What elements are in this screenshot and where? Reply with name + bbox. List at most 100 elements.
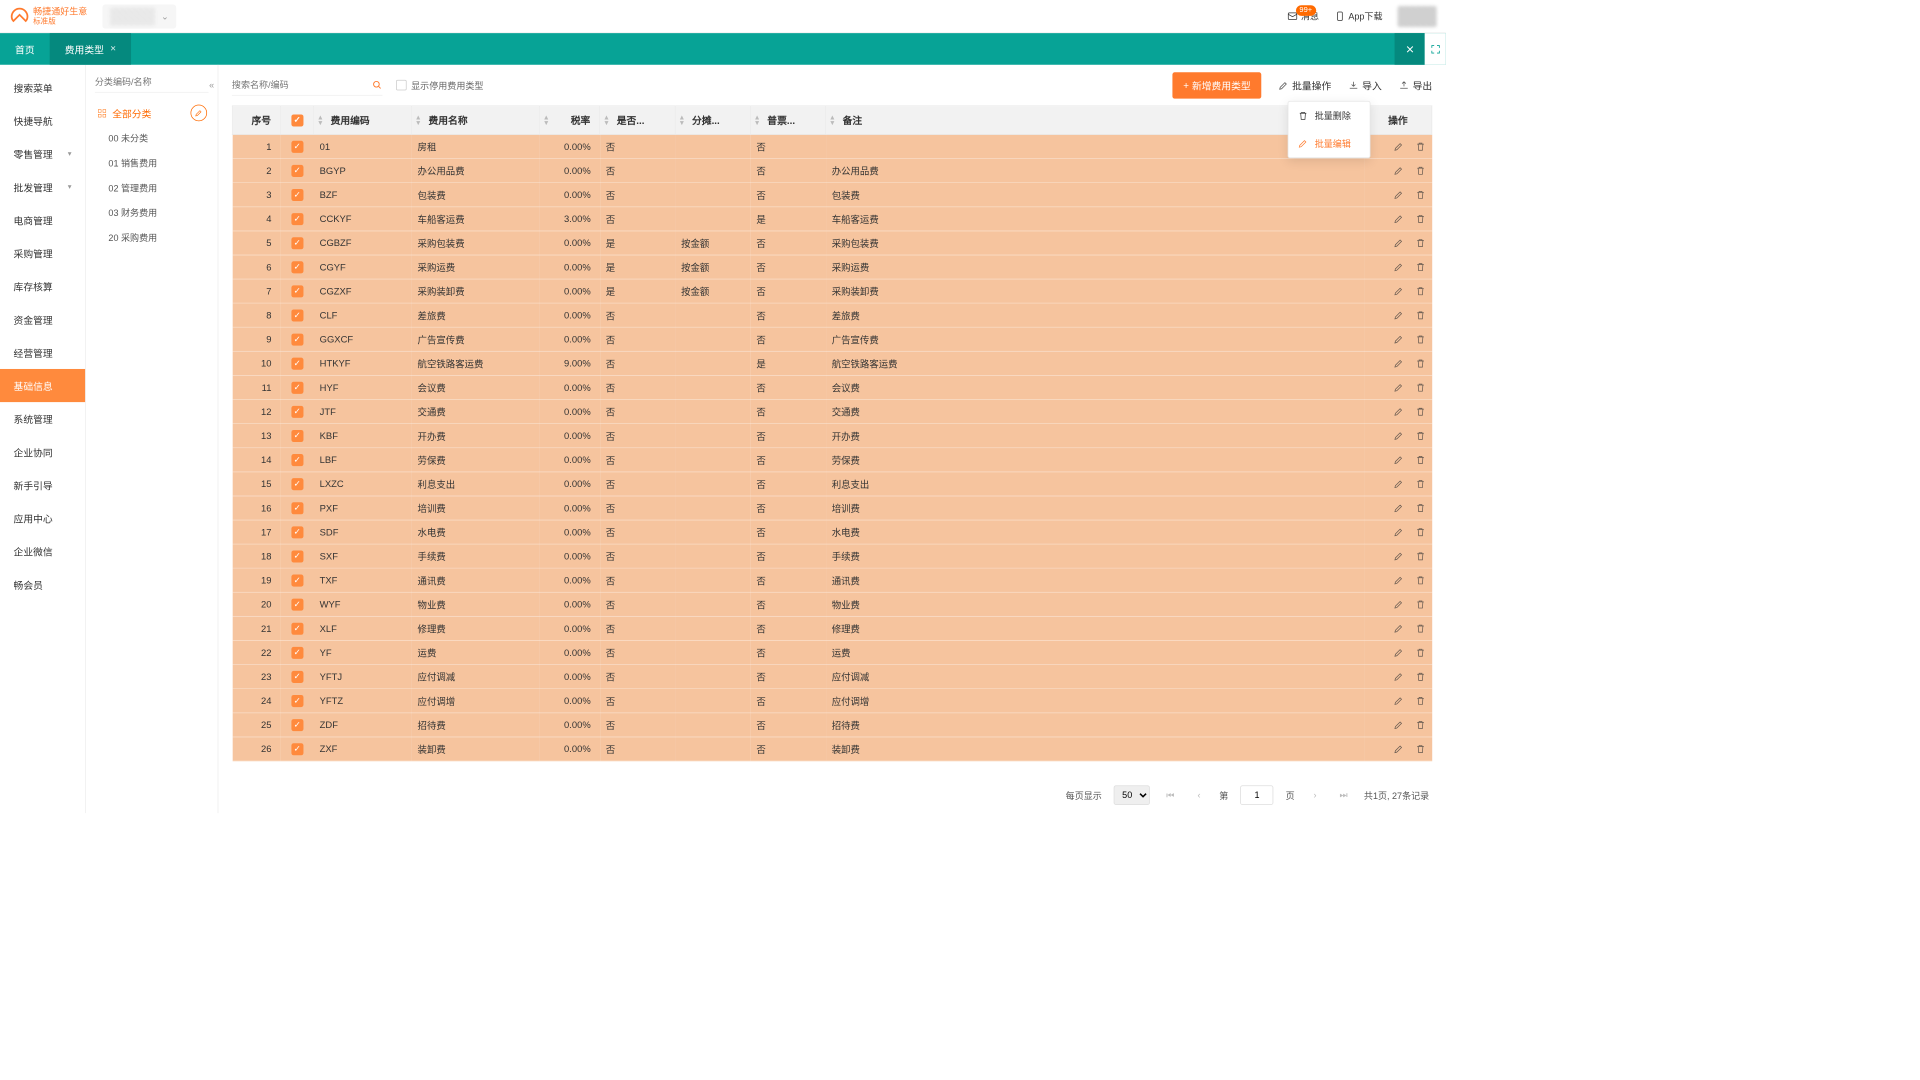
row-delete-button[interactable] (1415, 141, 1426, 152)
nav-企业协同[interactable]: 企业协同 (0, 435, 85, 468)
row-delete-button[interactable] (1415, 333, 1426, 344)
cell-select[interactable]: ✓ (280, 737, 313, 761)
row-delete-button[interactable] (1415, 719, 1426, 730)
table-row[interactable]: 17✓SDF水电费0.00%否否水电费 (232, 520, 1432, 544)
cell-select[interactable]: ✓ (280, 351, 313, 375)
row-checkbox[interactable]: ✓ (291, 646, 303, 658)
nav-企业微信[interactable]: 企业微信 (0, 535, 85, 568)
row-checkbox[interactable]: ✓ (291, 695, 303, 707)
row-edit-button[interactable] (1393, 454, 1404, 465)
col-操作[interactable]: 操作 (1364, 106, 1432, 135)
close-icon[interactable]: ✕ (110, 45, 116, 53)
cell-select[interactable]: ✓ (280, 592, 313, 616)
row-edit-button[interactable] (1393, 671, 1404, 682)
row-edit-button[interactable] (1393, 719, 1404, 730)
row-checkbox[interactable]: ✓ (291, 261, 303, 273)
table-row[interactable]: 13✓KBF开办费0.00%否否开办费 (232, 424, 1432, 448)
table-row[interactable]: 14✓LBF劳保费0.00%否否劳保费 (232, 448, 1432, 472)
tree-search-input[interactable] (95, 72, 212, 92)
cell-select[interactable]: ✓ (280, 713, 313, 737)
row-delete-button[interactable] (1415, 647, 1426, 658)
row-edit-button[interactable] (1393, 478, 1404, 489)
cell-select[interactable]: ✓ (280, 207, 313, 231)
nav-搜索菜单[interactable]: 搜索菜单 (0, 71, 85, 104)
row-delete-button[interactable] (1415, 430, 1426, 441)
row-delete-button[interactable] (1415, 526, 1426, 537)
tabstrip-close-button[interactable] (1395, 33, 1425, 65)
next-page-button[interactable]: › (1307, 787, 1324, 804)
row-checkbox[interactable]: ✓ (291, 598, 303, 610)
row-delete-button[interactable] (1415, 502, 1426, 513)
row-checkbox[interactable]: ✓ (291, 333, 303, 345)
row-delete-button[interactable] (1415, 165, 1426, 176)
tree-item[interactable]: 20 采购费用 (86, 225, 218, 250)
row-delete-button[interactable] (1415, 574, 1426, 585)
cell-select[interactable]: ✓ (280, 520, 313, 544)
fullscreen-button[interactable] (1425, 33, 1446, 65)
row-checkbox[interactable]: ✓ (291, 743, 303, 755)
cell-select[interactable]: ✓ (280, 424, 313, 448)
row-edit-button[interactable] (1393, 574, 1404, 585)
page-input[interactable] (1240, 785, 1273, 805)
tree-all-categories[interactable]: 全部分类 (86, 100, 218, 126)
last-page-button[interactable]: ⏭ (1335, 787, 1352, 804)
nav-应用中心[interactable]: 应用中心 (0, 501, 85, 534)
nav-快捷导航[interactable]: 快捷导航 (0, 104, 85, 137)
row-edit-button[interactable] (1393, 285, 1404, 296)
row-delete-button[interactable] (1415, 382, 1426, 393)
dropdown-批量编辑[interactable]: 批量编辑 (1288, 130, 1369, 158)
row-edit-button[interactable] (1393, 309, 1404, 320)
cell-select[interactable]: ✓ (280, 375, 313, 399)
row-checkbox[interactable]: ✓ (291, 213, 303, 225)
row-checkbox[interactable]: ✓ (291, 502, 303, 514)
row-checkbox[interactable]: ✓ (291, 550, 303, 562)
add-expense-type-button[interactable]: + 新增费用类型 (1173, 72, 1262, 98)
cell-select[interactable]: ✓ (280, 159, 313, 183)
cell-select[interactable]: ✓ (280, 134, 313, 158)
table-row[interactable]: 19✓TXF通讯费0.00%否否通讯费 (232, 568, 1432, 592)
table-row[interactable]: 2✓BGYP办公用品费0.00%否否办公用品费 (232, 159, 1432, 183)
table-row[interactable]: 26✓ZXF装卸费0.00%否否装卸费 (232, 737, 1432, 761)
row-checkbox[interactable]: ✓ (291, 454, 303, 466)
col-序号[interactable]: 序号 (232, 106, 280, 135)
cell-select[interactable]: ✓ (280, 640, 313, 664)
row-edit-button[interactable] (1393, 165, 1404, 176)
cell-select[interactable]: ✓ (280, 665, 313, 689)
row-edit-button[interactable] (1393, 743, 1404, 754)
row-edit-button[interactable] (1393, 623, 1404, 634)
table-row[interactable]: 9✓GGXCF广告宣传费0.00%否否广告宣传费 (232, 327, 1432, 351)
table-row[interactable]: 7✓CGZXF采购装卸费0.00%是按金额否采购装卸费 (232, 279, 1432, 303)
row-delete-button[interactable] (1415, 478, 1426, 489)
search-icon[interactable] (371, 79, 382, 90)
first-page-button[interactable]: ⏮ (1162, 787, 1179, 804)
import-button[interactable]: 导入 (1348, 78, 1382, 92)
tab-首页[interactable]: 首页 (0, 33, 50, 65)
col-税率[interactable]: ▲▼税率 (540, 106, 600, 135)
row-edit-button[interactable] (1393, 406, 1404, 417)
tree-item[interactable]: 01 销售费用 (86, 151, 218, 176)
row-edit-button[interactable] (1393, 430, 1404, 441)
row-delete-button[interactable] (1415, 261, 1426, 272)
tree-item[interactable]: 02 管理费用 (86, 175, 218, 200)
toolbar-search-input[interactable] (232, 75, 371, 95)
avatar[interactable] (1398, 6, 1437, 27)
row-edit-button[interactable] (1393, 647, 1404, 658)
cell-select[interactable]: ✓ (280, 255, 313, 279)
col-是否...[interactable]: ▲▼是否... (600, 106, 675, 135)
cell-select[interactable]: ✓ (280, 689, 313, 713)
row-checkbox[interactable]: ✓ (291, 309, 303, 321)
col-费用编码[interactable]: ▲▼费用编码 (314, 106, 412, 135)
row-checkbox[interactable]: ✓ (291, 430, 303, 442)
row-delete-button[interactable] (1415, 237, 1426, 248)
nav-畅会员[interactable]: 畅会员 (0, 568, 85, 601)
table-row[interactable]: 12✓JTF交通费0.00%否否交通费 (232, 399, 1432, 423)
nav-基础信息[interactable]: 基础信息 (0, 369, 85, 402)
nav-零售管理[interactable]: 零售管理▾ (0, 137, 85, 170)
row-checkbox[interactable]: ✓ (291, 140, 303, 152)
row-edit-button[interactable] (1393, 358, 1404, 369)
cell-select[interactable]: ✓ (280, 231, 313, 255)
export-button[interactable]: 导出 (1398, 78, 1432, 92)
table-row[interactable]: 10✓HTKYF航空铁路客运费9.00%否是航空铁路客运费 (232, 351, 1432, 375)
show-disabled-checkbox[interactable]: 显示停用费用类型 (396, 79, 483, 92)
row-checkbox[interactable]: ✓ (291, 671, 303, 683)
